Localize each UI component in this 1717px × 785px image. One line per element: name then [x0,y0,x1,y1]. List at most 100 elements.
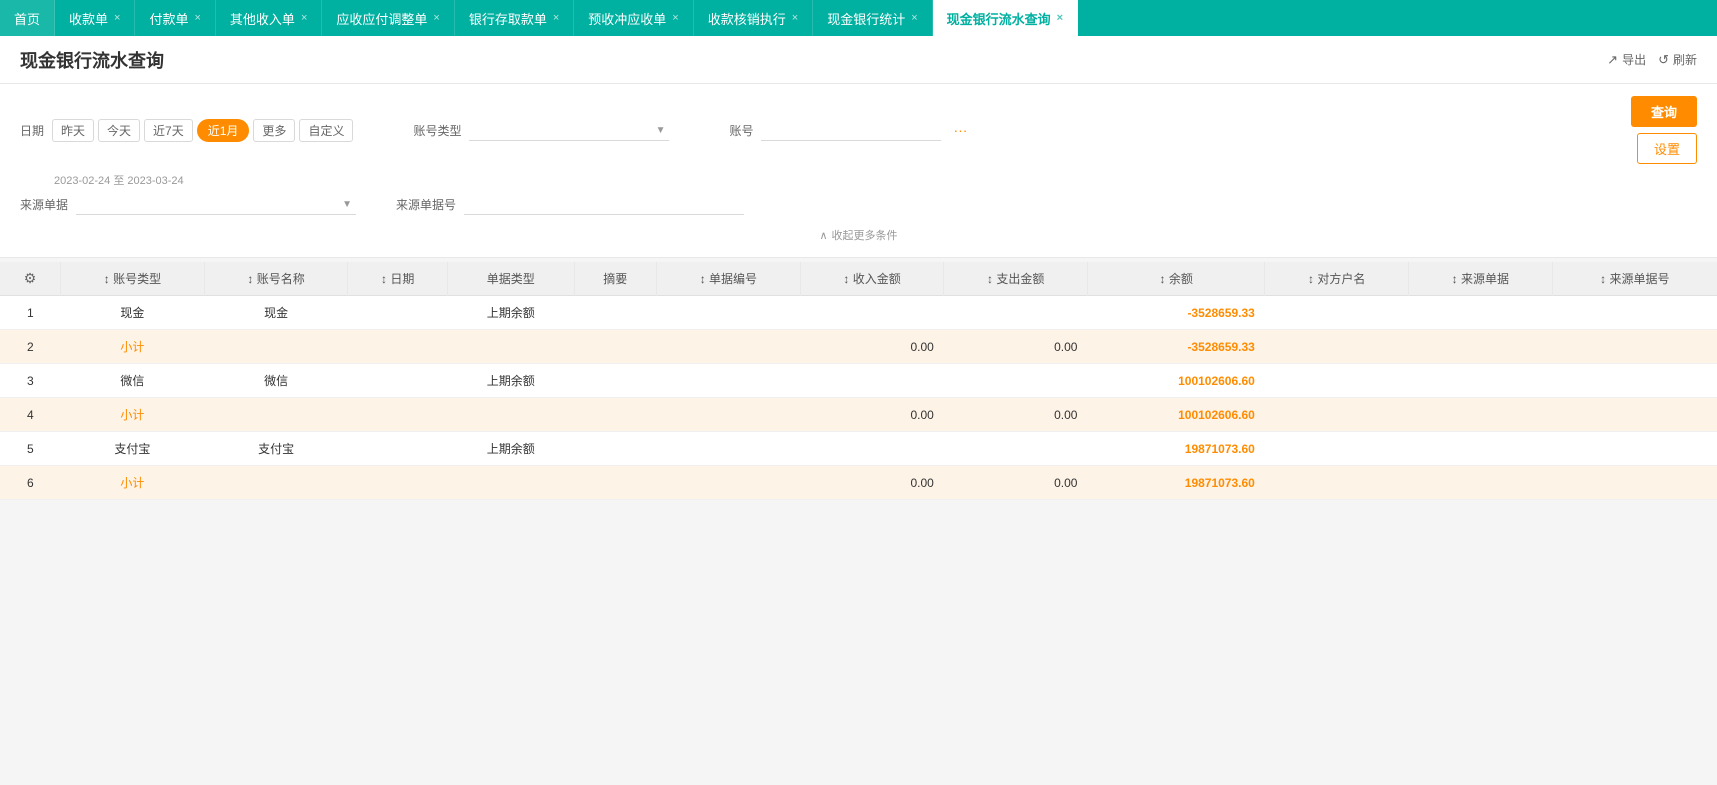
th-summary: 摘要 [574,262,657,296]
account-type-select[interactable] [469,120,669,141]
doc-type-cell: 上期余额 [448,296,575,330]
th-income[interactable]: ↕ 收入金额 [800,262,944,296]
source-doc-cell [1408,296,1552,330]
close-other-income-icon[interactable]: × [301,12,307,24]
account-input[interactable] [761,120,941,141]
account-type-label: 账号类型 [413,122,461,139]
date-btn-today[interactable]: 今天 [98,119,140,142]
doc-no-cell [657,398,801,432]
collapse-bar[interactable]: ∧ 收起更多条件 [20,223,1697,249]
page-title: 现金银行流水查询 [20,47,164,73]
refresh-button[interactable]: ↺ 刷新 [1658,51,1697,68]
counterpart-cell [1265,330,1409,364]
close-advance-icon[interactable]: × [672,12,678,24]
close-bank-flow-icon[interactable]: × [1057,12,1063,24]
query-button[interactable]: 查询 [1631,96,1697,127]
th-date[interactable]: ↕ 日期 [348,262,448,296]
th-account-name[interactable]: ↕ 账号名称 [204,262,348,296]
nav-bank-stats[interactable]: 现金银行统计 × [813,0,932,36]
th-gear[interactable]: ⚙ [0,262,61,296]
filter-area: 日期 昨天 今天 近7天 近1月 更多 自定义 账号类型 ▼ 账号 [0,84,1717,258]
nav-writeoff[interactable]: 收款核销执行 × [694,0,813,36]
summary-cell [574,296,657,330]
expense-cell [944,364,1088,398]
nav-bank-flow[interactable]: 现金银行流水查询 × [933,0,1078,36]
close-bank-stats-icon[interactable]: × [911,12,917,24]
account-name-cell: 现金 [204,296,348,330]
settings-button[interactable]: 设置 [1637,133,1697,164]
income-cell [800,364,944,398]
doc-type-cell [448,466,575,500]
account-type-filter-group: 账号类型 ▼ [413,120,669,141]
row-num: 4 [0,398,61,432]
date-range-display: 2023-02-24 至 2023-03-24 [50,172,1697,188]
table-row: 6小计0.000.0019871073.60 [0,466,1717,500]
account-name-cell [204,398,348,432]
source-doc-no-cell [1552,364,1717,398]
nav-other-income[interactable]: 其他收入单 × [216,0,322,36]
source-doc-no-cell [1552,296,1717,330]
close-writeoff-icon[interactable]: × [792,12,798,24]
account-label: 账号 [729,122,753,139]
date-btn-1month[interactable]: 近1月 [197,119,250,142]
close-payment-icon[interactable]: × [194,12,200,24]
account-dots-icon[interactable]: ··· [949,122,971,138]
nav-bank-deposit[interactable]: 银行存取款单 × [455,0,574,36]
nav-payment[interactable]: 付款单 × [135,0,215,36]
export-button[interactable]: ↗ 导出 [1607,51,1646,68]
account-name-cell [204,330,348,364]
th-source-doc[interactable]: ↕ 来源单据 [1408,262,1552,296]
close-receipt-icon[interactable]: × [114,12,120,24]
th-doc-no[interactable]: ↕ 单据编号 [657,262,801,296]
summary-cell [574,466,657,500]
account-type-cell: 小计 [61,466,205,500]
th-account-type[interactable]: ↕ 账号类型 [61,262,205,296]
nav-advance[interactable]: 预收冲应收单 × [574,0,693,36]
refresh-icon: ↺ [1658,52,1669,68]
date-btn-7days[interactable]: 近7天 [144,119,193,142]
date-btn-custom[interactable]: 自定义 [299,119,353,142]
account-type-cell: 微信 [61,364,205,398]
date-cell [348,466,448,500]
date-cell [348,432,448,466]
table-header: ⚙ ↕ 账号类型 ↕ 账号名称 ↕ 日期 单据类型 摘要 ↕ 单据编号 ↕ 收入… [0,262,1717,296]
date-btn-more[interactable]: 更多 [253,119,295,142]
th-expense[interactable]: ↕ 支出金额 [944,262,1088,296]
doc-no-cell [657,432,801,466]
source-doc-filter-group: 来源单据 ▼ [20,194,356,215]
nav-adjustment[interactable]: 应收应付调整单 × [322,0,454,36]
source-doc-cell [1408,330,1552,364]
date-cell [348,398,448,432]
counterpart-cell [1265,398,1409,432]
source-doc-select[interactable] [76,194,356,215]
counterpart-cell [1265,364,1409,398]
income-cell: 0.00 [800,398,944,432]
row-num: 2 [0,330,61,364]
date-label: 日期 [20,122,44,139]
th-source-doc-no[interactable]: ↕ 来源单据号 [1552,262,1717,296]
table-row: 2小计0.000.00-3528659.33 [0,330,1717,364]
collapse-up-icon: ∧ [819,229,827,242]
th-balance[interactable]: ↕ 余额 [1087,262,1264,296]
nav-home[interactable]: 首页 [0,0,55,36]
th-counterpart[interactable]: ↕ 对方户名 [1265,262,1409,296]
source-doc-no-input[interactable] [464,194,744,215]
filter-row-1: 日期 昨天 今天 近7天 近1月 更多 自定义 账号类型 ▼ 账号 [20,96,1697,164]
account-name-cell [204,466,348,500]
balance-cell: 100102606.60 [1087,398,1264,432]
filter-row-2: 来源单据 ▼ 来源单据号 [20,194,1697,215]
nav-receipt[interactable]: 收款单 × [55,0,135,36]
date-btn-yesterday[interactable]: 昨天 [52,119,94,142]
income-cell [800,296,944,330]
source-doc-no-cell [1552,466,1717,500]
close-bank-deposit-icon[interactable]: × [553,12,559,24]
income-cell: 0.00 [800,466,944,500]
source-doc-no-cell [1552,398,1717,432]
expense-cell: 0.00 [944,398,1088,432]
date-filter-group: 日期 昨天 今天 近7天 近1月 更多 自定义 [20,119,353,142]
balance-cell: 100102606.60 [1087,364,1264,398]
table-row: 3微信微信上期余额100102606.60 [0,364,1717,398]
doc-type-cell [448,330,575,364]
close-adjustment-icon[interactable]: × [433,12,439,24]
row-num: 6 [0,466,61,500]
